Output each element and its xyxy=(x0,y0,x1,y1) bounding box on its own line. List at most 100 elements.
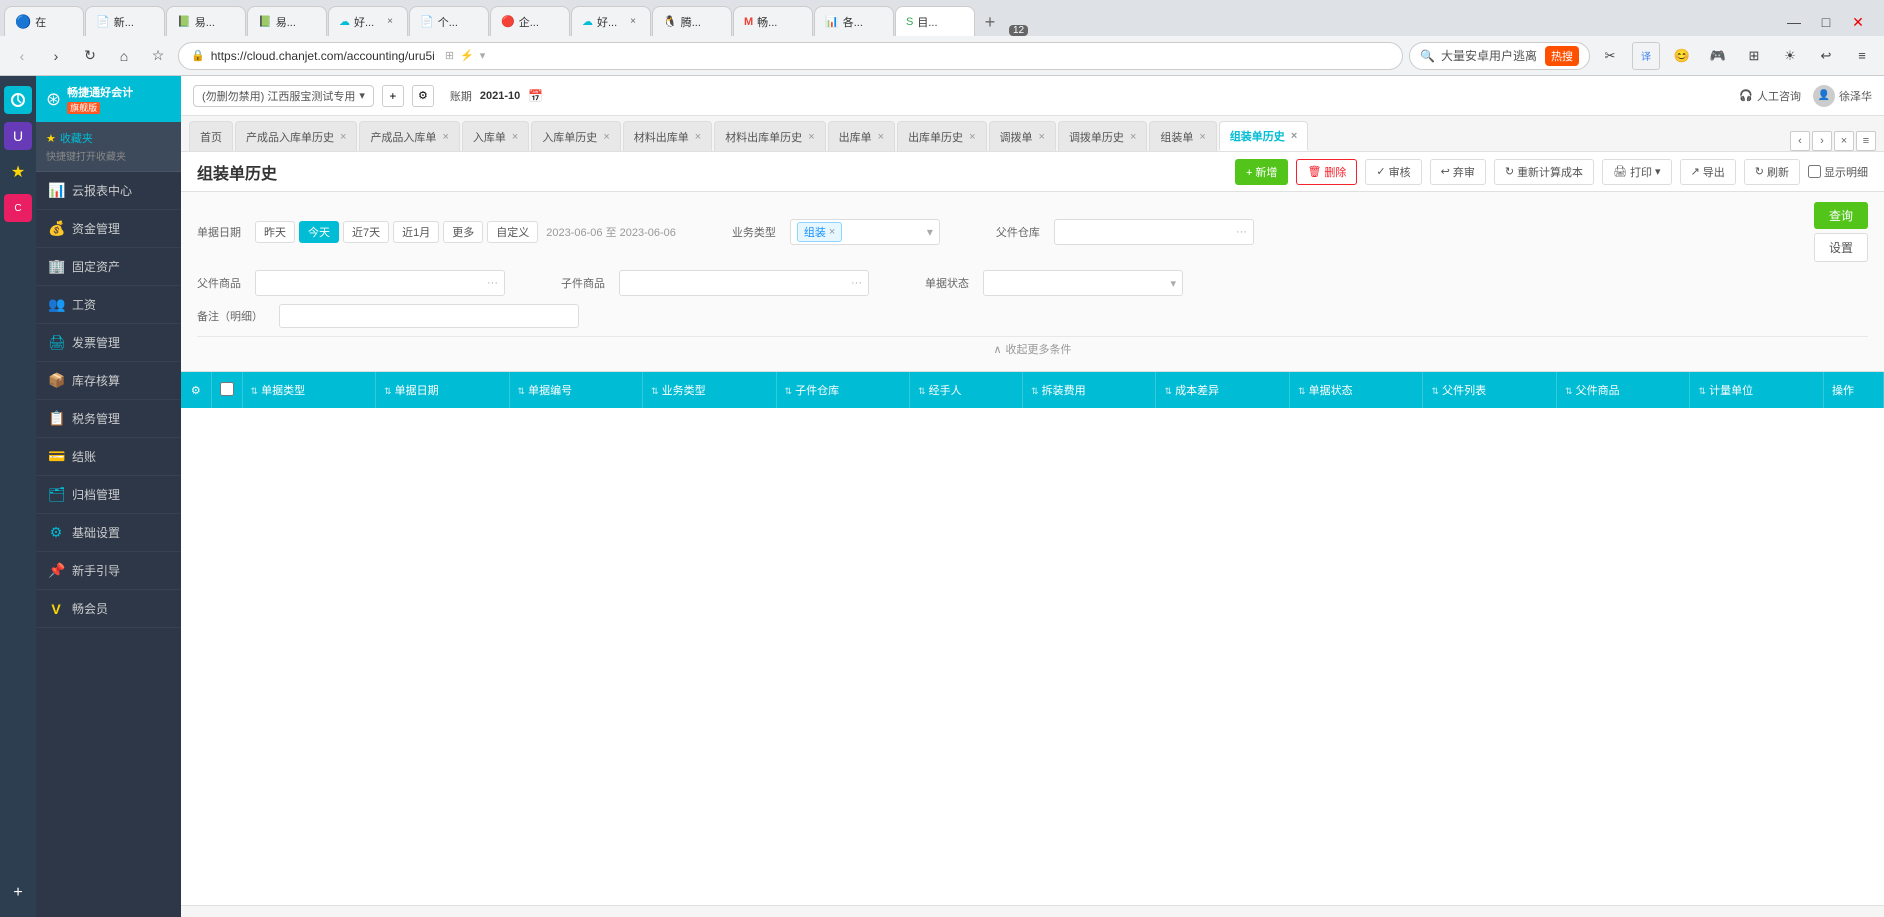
filter-settings-button[interactable]: 设置 xyxy=(1814,233,1868,262)
settings-company-button[interactable]: ⚙ xyxy=(412,85,434,107)
add-company-button[interactable]: + xyxy=(382,85,404,107)
forward-button[interactable]: › xyxy=(42,42,70,70)
browser-tab-4[interactable]: 📗 易... xyxy=(247,6,327,36)
close-button[interactable]: ✕ xyxy=(1844,8,1872,36)
custom-date-btn[interactable]: 自定义 xyxy=(487,221,538,243)
browser-tab-11[interactable]: 📊 各... xyxy=(814,6,894,36)
th-parent-list[interactable]: ⇅ 父件列表 xyxy=(1423,372,1557,408)
sidebar-item-checkout[interactable]: 💳 结账 xyxy=(36,438,181,476)
menu-icon[interactable]: ≡ xyxy=(1848,42,1876,70)
more-date-btn[interactable]: 更多 xyxy=(443,221,483,243)
th-bill-date[interactable]: ⇅ 单据日期 xyxy=(376,372,510,408)
notes-input[interactable] xyxy=(279,304,579,328)
scissors-icon[interactable]: ✂ xyxy=(1596,42,1624,70)
refresh-button-page[interactable]: ↻ 刷新 xyxy=(1744,159,1800,185)
nav-scroll-right[interactable]: › xyxy=(1812,131,1832,151)
select-all-checkbox[interactable] xyxy=(220,382,234,396)
nav-tab-home[interactable]: 首页 xyxy=(189,121,233,151)
delete-button[interactable]: 🗑 删除 xyxy=(1296,159,1357,185)
review-button[interactable]: ✓ 审核 xyxy=(1365,159,1421,185)
th-disassemble-fee[interactable]: ⇅ 拆装费用 xyxy=(1022,372,1156,408)
nav-tab-13-close[interactable]: × xyxy=(1291,130,1297,142)
nav-tab-6[interactable]: 材料出库单 × xyxy=(623,121,712,151)
new-button[interactable]: + 新增 xyxy=(1235,159,1288,185)
th-bill-type[interactable]: ⇅ 单据类型 xyxy=(242,372,376,408)
nav-tab-6-close[interactable]: × xyxy=(695,131,701,143)
show-detail-input[interactable] xyxy=(1808,165,1821,178)
th-bill-no[interactable]: ⇅ 单据编号 xyxy=(509,372,643,408)
month-btn[interactable]: 近1月 xyxy=(393,221,439,243)
browser-tab-6[interactable]: 📄 个... xyxy=(409,6,489,36)
refresh-button[interactable]: ↻ xyxy=(76,42,104,70)
nav-tab-13[interactable]: 组装单历史 × xyxy=(1219,121,1308,151)
user-info[interactable]: 👤 徐泽华 xyxy=(1813,85,1872,107)
grid-icon[interactable]: ⊞ xyxy=(1740,42,1768,70)
th-checkbox[interactable] xyxy=(211,372,242,408)
browser-tab-9[interactable]: 🐧 腾... xyxy=(652,6,732,36)
th-settings[interactable]: ⚙ xyxy=(181,372,211,408)
nav-tab-9[interactable]: 出库单历史 × xyxy=(897,121,986,151)
strip-icon-bottom[interactable]: + xyxy=(4,879,32,907)
nav-tab-11[interactable]: 调拨单历史 × xyxy=(1058,121,1147,151)
strip-icon-3[interactable]: ★ xyxy=(4,158,32,186)
sidebar-item-fund[interactable]: 💰 资金管理 xyxy=(36,210,181,248)
recalculate-button[interactable]: ↻ 重新计算成本 xyxy=(1494,159,1594,185)
browser-tab-10[interactable]: M 畅... xyxy=(733,6,813,36)
nav-tab-4[interactable]: 入库单 × xyxy=(462,121,529,151)
business-type-dropdown-icon[interactable]: ▾ xyxy=(927,225,933,239)
new-tab-button[interactable]: + xyxy=(976,8,1004,36)
address-bar[interactable]: 🔒 https://cloud.chanjet.com/accounting/u… xyxy=(178,42,1403,70)
print-button[interactable]: 🖨 打印 ▾ xyxy=(1602,159,1672,185)
nav-tab-4-close[interactable]: × xyxy=(512,131,518,143)
home-button[interactable]: ⌂ xyxy=(110,42,138,70)
th-cost-diff[interactable]: ⇅ 成本差异 xyxy=(1156,372,1290,408)
strip-icon-4[interactable]: C xyxy=(4,194,32,222)
nav-tab-10-close[interactable]: × xyxy=(1039,131,1045,143)
calendar-icon[interactable]: 📅 xyxy=(528,89,543,103)
sidebar-item-archive[interactable]: 🗂 归档管理 xyxy=(36,476,181,514)
business-type-tag-remove[interactable]: × xyxy=(829,226,835,238)
nav-tab-7-close[interactable]: × xyxy=(808,131,814,143)
th-bill-status[interactable]: ⇅ 单据状态 xyxy=(1289,372,1423,408)
yesterday-btn[interactable]: 昨天 xyxy=(255,221,295,243)
emoji-icon[interactable]: 😊 xyxy=(1668,42,1696,70)
th-child-warehouse[interactable]: ⇅ 子件仓库 xyxy=(776,372,910,408)
nav-tab-7[interactable]: 材料出库单历史 × xyxy=(714,121,825,151)
sidebar-item-guide[interactable]: 📌 新手引导 xyxy=(36,552,181,590)
nav-scroll-left[interactable]: ‹ xyxy=(1790,131,1810,151)
parent-warehouse-more-icon[interactable]: ··· xyxy=(1236,226,1247,238)
sidebar-item-tax[interactable]: 📋 税务管理 xyxy=(36,400,181,438)
nav-tab-5[interactable]: 入库单历史 × xyxy=(531,121,620,151)
service-button[interactable]: 🎧 人工咨询 xyxy=(1739,88,1801,104)
sidebar-logo[interactable]: ⊛ 畅捷通好会计 旗舰版 xyxy=(36,76,181,122)
search-box[interactable]: 🔍 大量安卓用户逃离 热搜 xyxy=(1409,42,1590,70)
th-handler[interactable]: ⇅ 经手人 xyxy=(910,372,1023,408)
abandon-button[interactable]: ↩ 弃审 xyxy=(1430,159,1486,185)
table-settings-icon[interactable]: ⚙ xyxy=(191,385,201,397)
maximize-button[interactable]: □ xyxy=(1812,8,1840,36)
bottom-scrollbar[interactable] xyxy=(181,905,1884,917)
nav-tab-2[interactable]: 产成品入库单历史 × xyxy=(235,121,357,151)
bill-status-dropdown-icon[interactable]: ▾ xyxy=(1170,277,1176,290)
nav-tab-3-close[interactable]: × xyxy=(442,131,448,143)
sidebar-item-inventory[interactable]: 📦 库存核算 xyxy=(36,362,181,400)
th-unit[interactable]: ⇅ 计量单位 xyxy=(1690,372,1824,408)
bookmark-button[interactable]: ☆ xyxy=(144,42,172,70)
translate-icon[interactable]: 译 xyxy=(1632,42,1660,70)
sidebar-item-fixed-assets[interactable]: 🏢 固定资产 xyxy=(36,248,181,286)
nav-tab-11-close[interactable]: × xyxy=(1130,131,1136,143)
nav-more[interactable]: ≡ xyxy=(1856,131,1876,151)
th-business-type[interactable]: ⇅ 业务类型 xyxy=(643,372,777,408)
th-parent-goods[interactable]: ⇅ 父件商品 xyxy=(1556,372,1690,408)
nav-tab-5-close[interactable]: × xyxy=(603,131,609,143)
sidebar-item-salary[interactable]: 👥 工资 xyxy=(36,286,181,324)
collapse-button[interactable]: ∧ 收起更多条件 xyxy=(197,336,1868,361)
nav-tab-3[interactable]: 产成品入库单 × xyxy=(359,121,459,151)
minimize-button[interactable]: — xyxy=(1780,8,1808,36)
nav-tab-12-close[interactable]: × xyxy=(1199,131,1205,143)
browser-tab-8[interactable]: ☁ 好... × xyxy=(571,6,651,36)
sidebar-item-basic-settings[interactable]: ⚙ 基础设置 xyxy=(36,514,181,552)
nav-tab-9-close[interactable]: × xyxy=(969,131,975,143)
undo-icon[interactable]: ↩ xyxy=(1812,42,1840,70)
company-selector[interactable]: (勿删勿禁用) 江西服宝测试专用 ▾ xyxy=(193,85,374,107)
